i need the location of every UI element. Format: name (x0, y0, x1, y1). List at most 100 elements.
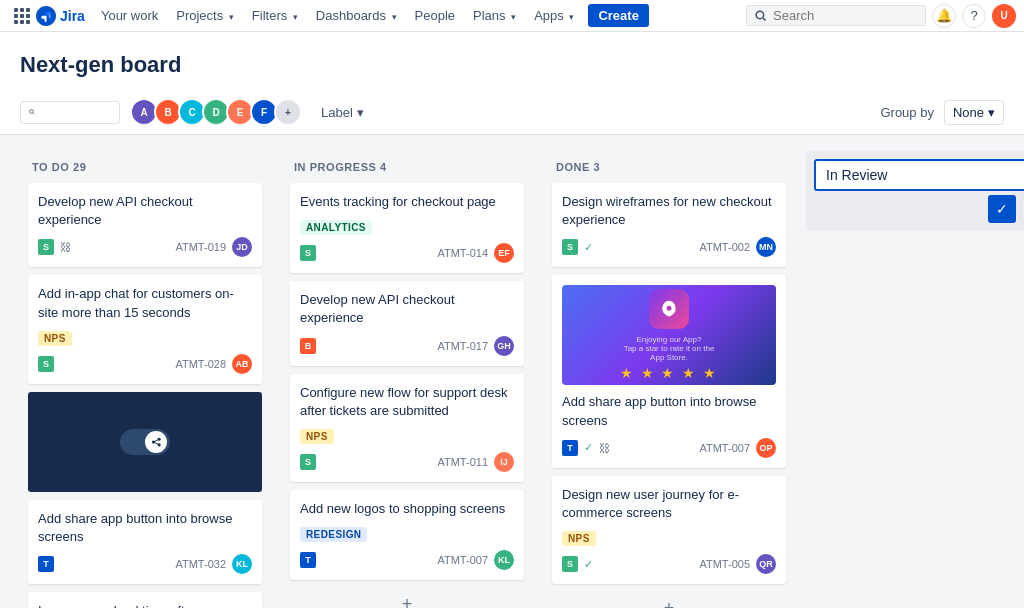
card-title: Develop new API checkout experience (38, 193, 252, 229)
nav-projects[interactable]: Projects ▾ (168, 4, 242, 27)
card-atmt-011[interactable]: Configure new flow for support desk afte… (290, 374, 524, 482)
nav-your-work[interactable]: Your work (93, 4, 166, 27)
card-footer: S ATMT-014 EF (300, 243, 514, 263)
card-footer: S ✓ ATMT-005 QR (562, 554, 776, 574)
svg-rect-5 (26, 14, 30, 18)
card-title: Add new logos to shopping screens (300, 500, 514, 518)
column-todo-header: TO DO 29 (28, 161, 262, 173)
search-input[interactable] (773, 8, 913, 23)
card-title: Add in-app chat for customers on-site mo… (38, 285, 252, 321)
svg-line-12 (33, 113, 34, 114)
share-icon (151, 437, 161, 447)
card-right: ATMT-028 AB (175, 354, 252, 374)
create-button[interactable]: Create (588, 4, 648, 27)
card-improve[interactable]: Improve app load time after open (28, 592, 262, 608)
label-filter-arrow: ▾ (357, 105, 364, 120)
nav-filters[interactable]: Filters ▾ (244, 4, 306, 27)
card-atmt-007-done[interactable]: Enjoying our App?Tap a star to rate it o… (552, 275, 786, 467)
story-icon: S (562, 556, 578, 572)
svg-line-16 (154, 439, 160, 442)
task-icon: T (38, 556, 54, 572)
svg-rect-7 (20, 20, 24, 24)
card-dark-toggle[interactable] (28, 392, 262, 492)
new-column-actions: ✓ ✕ (814, 195, 1024, 223)
card-badge-analytics: ANALYTICS (300, 220, 372, 235)
group-by-select[interactable]: None ▾ (944, 100, 1004, 125)
group-by-value: None (953, 105, 984, 120)
card-title: Design wireframes for new checkout exper… (562, 193, 776, 229)
card-title: Events tracking for checkout page (300, 193, 514, 211)
card-footer: S ATMT-011 IJ (300, 452, 514, 472)
help-icon[interactable]: ? (962, 4, 986, 28)
card-atmt-032[interactable]: Add share app button into browse screens… (28, 500, 262, 584)
card-footer: B ATMT-017 GH (300, 336, 514, 356)
svg-point-9 (756, 11, 764, 19)
group-by-arrow: ▾ (988, 105, 995, 120)
notification-icon[interactable]: 🔔 (932, 4, 956, 28)
card-atmt-007-ip[interactable]: Add new logos to shopping screens REDESI… (290, 490, 524, 580)
svg-point-11 (30, 110, 34, 114)
column-todo: TO DO 29 Develop new API checkout experi… (20, 151, 270, 608)
search-box[interactable] (746, 5, 926, 26)
user-avatar[interactable]: U (992, 4, 1016, 28)
column-done: DONE 3 Design wireframes for new checkou… (544, 151, 794, 608)
confirm-column-button[interactable]: ✓ (988, 195, 1016, 223)
card-id: ATMT-032 (175, 558, 226, 570)
svg-rect-3 (14, 14, 18, 18)
card-atmt-019[interactable]: Develop new API checkout experience S ⛓ … (28, 183, 262, 267)
label-filter-text: Label (321, 105, 353, 120)
card-atmt-005[interactable]: Design new user journey for e-commerce s… (552, 476, 786, 584)
card-id: ATMT-017 (437, 340, 488, 352)
card-right: ATMT-032 KL (175, 554, 252, 574)
card-right: ATMT-005 QR (699, 554, 776, 574)
nav-dashboards[interactable]: Dashboards ▾ (308, 4, 405, 27)
search-icon (755, 10, 767, 22)
cancel-column-button[interactable]: ✕ (1020, 195, 1024, 223)
svg-line-10 (763, 17, 766, 20)
apps-grid-icon[interactable] (8, 2, 36, 30)
add-card-button-done[interactable]: + (552, 592, 786, 608)
card-atmt-017[interactable]: Develop new API checkout experience B AT… (290, 281, 524, 365)
card-footer: S ATMT-028 AB (38, 354, 252, 374)
card-id: ATMT-011 (437, 456, 488, 468)
nav-plans[interactable]: Plans ▾ (465, 4, 524, 27)
link-icon: ⛓ (599, 442, 610, 454)
card-right: ATMT-014 EF (437, 243, 514, 263)
nav-links: Your work Projects ▾ Filters ▾ Dashboard… (93, 4, 746, 27)
board-search-input[interactable] (41, 105, 111, 120)
card-badge-nps: NPS (38, 331, 72, 346)
avatar-more[interactable]: + (274, 98, 302, 126)
board-search[interactable] (20, 101, 120, 124)
card-atmt-014[interactable]: Events tracking for checkout page ANALYT… (290, 183, 524, 273)
label-filter[interactable]: Label ▾ (312, 100, 373, 125)
svg-line-17 (154, 442, 160, 445)
card-title: Add share app button into browse screens (38, 510, 252, 546)
card-footer: S ⛓ ATMT-019 JD (38, 237, 252, 257)
card-avatar: EF (494, 243, 514, 263)
app-store-text: Enjoying our App?Tap a star to rate it o… (620, 335, 719, 362)
svg-rect-2 (26, 8, 30, 12)
card-title: Add share app button into browse screens (562, 393, 776, 429)
nav-people[interactable]: People (407, 4, 463, 27)
card-atmt-002[interactable]: Design wireframes for new checkout exper… (552, 183, 786, 267)
jira-logo[interactable]: Jira (36, 6, 85, 26)
card-avatar: KL (494, 550, 514, 570)
toggle-icon (120, 429, 170, 455)
card-atmt-028[interactable]: Add in-app chat for customers on-site mo… (28, 275, 262, 383)
toggle-thumb (145, 431, 167, 453)
card-right: ATMT-011 IJ (437, 452, 514, 472)
rocket-icon (659, 299, 679, 319)
new-column-input[interactable] (814, 159, 1024, 191)
card-title: Design new user journey for e-commerce s… (562, 486, 776, 522)
group-by-label: Group by (880, 105, 933, 120)
nav-apps[interactable]: Apps ▾ (526, 4, 582, 27)
svg-rect-6 (14, 20, 18, 24)
svg-rect-4 (20, 14, 24, 18)
check-icon: ✓ (584, 241, 593, 254)
toolbar: A B C D E F + Label ▾ Group by None ▾ (0, 90, 1024, 135)
task-icon: T (300, 552, 316, 568)
board-area: TO DO 29 Develop new API checkout experi… (0, 135, 1024, 608)
card-badge-nps: NPS (300, 429, 334, 444)
add-card-button[interactable]: + (290, 588, 524, 608)
card-avatar: OP (756, 438, 776, 458)
